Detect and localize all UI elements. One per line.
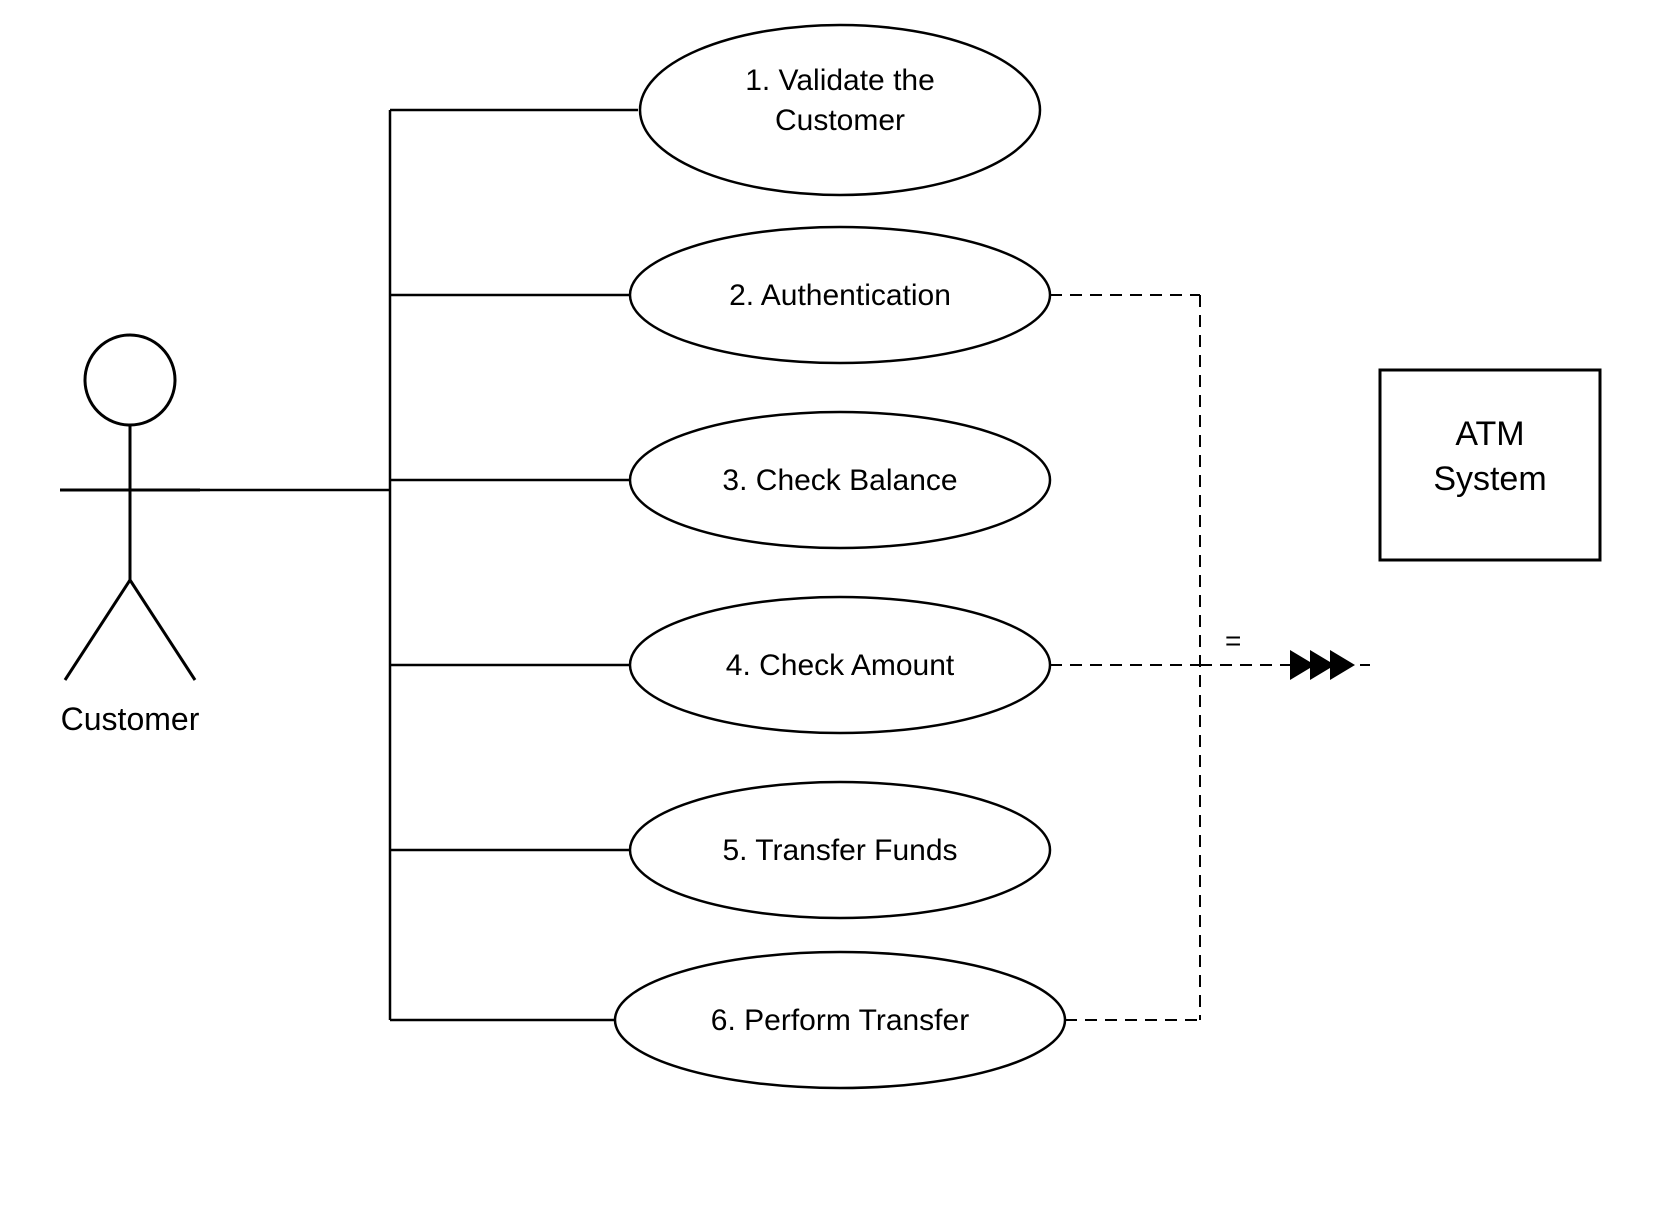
atm-system-label2: System <box>1433 460 1546 498</box>
actor-right-leg <box>130 580 195 680</box>
equals-sign: = <box>1225 625 1241 656</box>
usecase-5-label: 5. Transfer Funds <box>722 834 957 867</box>
usecase-3-label: 3. Check Balance <box>722 464 957 497</box>
usecase-1-label: 1. Validate the <box>745 64 935 97</box>
usecase-4-label: 4. Check Amount <box>726 649 955 682</box>
actor-left-leg <box>65 580 130 680</box>
atm-system-label1: ATM <box>1455 415 1524 453</box>
usecase-2-label: 2. Authentication <box>729 279 951 312</box>
usecase-1-label2: Customer <box>775 104 905 137</box>
arrow-head-3 <box>1330 650 1355 680</box>
actor-label: Customer <box>61 701 200 737</box>
usecase-6-label: 6. Perform Transfer <box>711 1004 969 1037</box>
actor-head <box>85 335 175 425</box>
